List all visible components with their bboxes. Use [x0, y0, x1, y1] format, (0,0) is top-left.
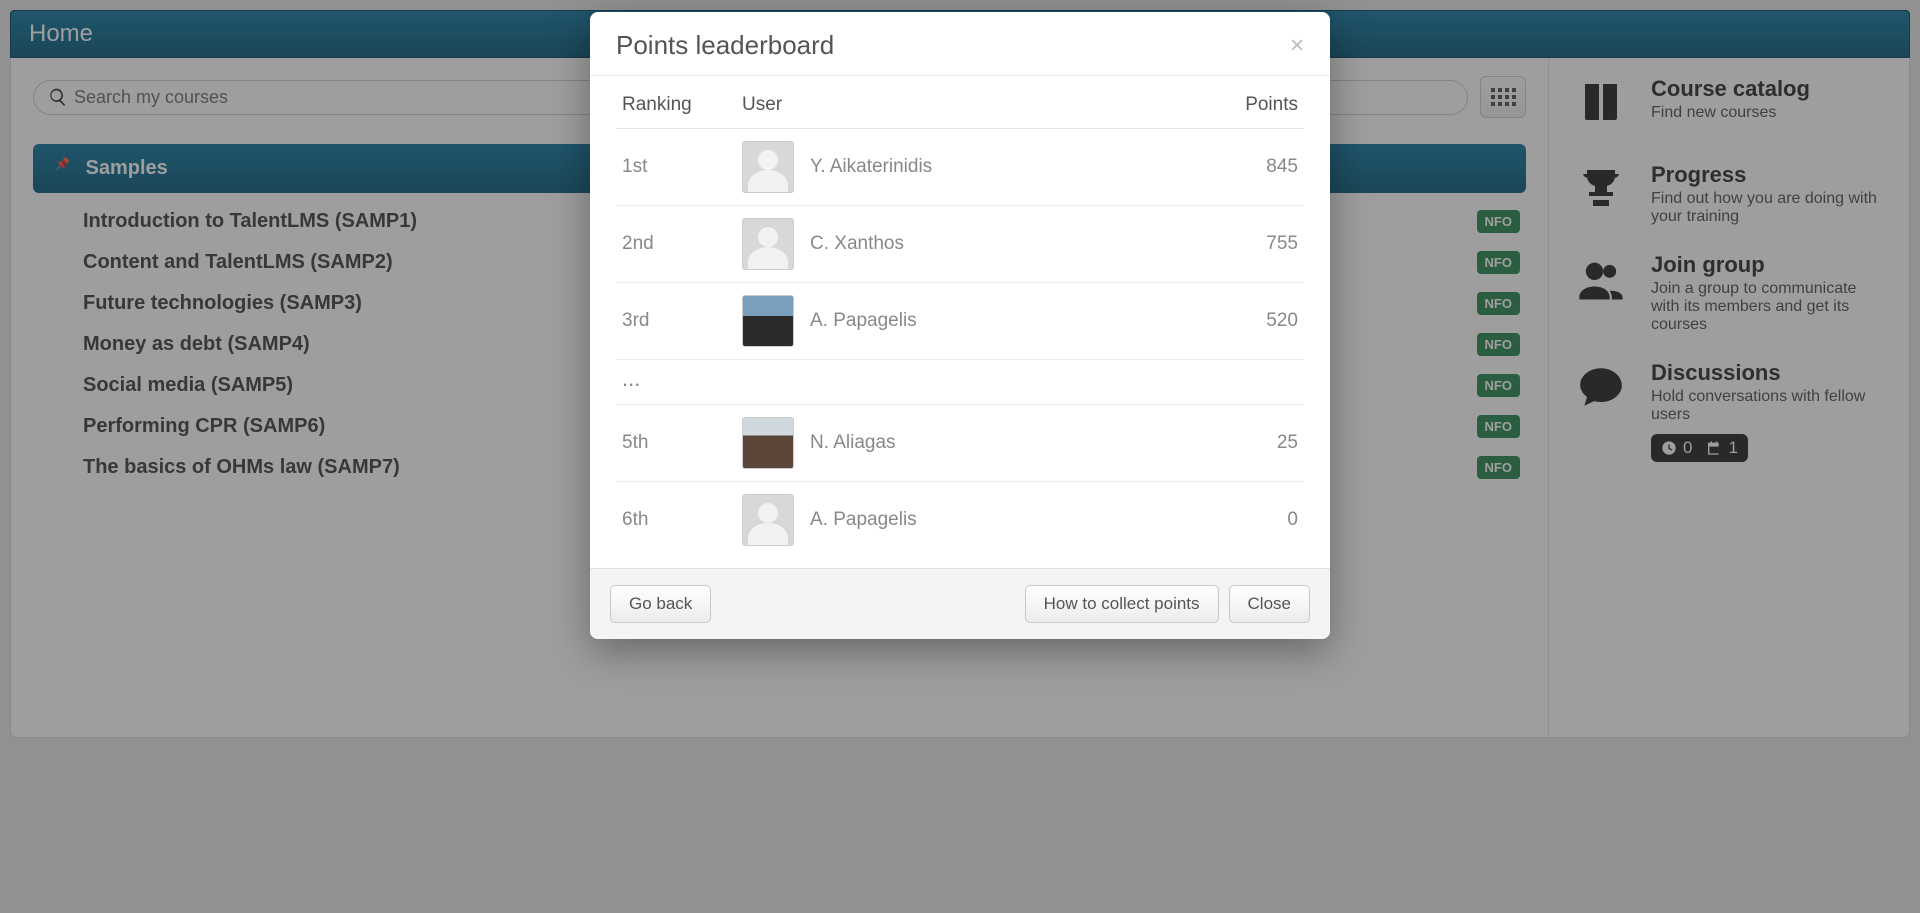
- modal-body: Ranking User Points 1st Y. Aikaterinidis…: [590, 76, 1330, 568]
- points-cell: 0: [1184, 482, 1304, 559]
- modal-footer: Go back How to collect points Close: [590, 568, 1330, 639]
- avatar: [742, 218, 794, 270]
- points-cell: 520: [1184, 283, 1304, 360]
- close-icon[interactable]: ×: [1290, 34, 1304, 58]
- table-row: 1st Y. Aikaterinidis 845: [616, 129, 1304, 206]
- leaderboard-modal: Points leaderboard × Ranking User Points…: [590, 12, 1330, 639]
- user-name: A. Papagelis: [810, 509, 917, 531]
- close-button[interactable]: Close: [1229, 585, 1310, 623]
- table-row: 6th A. Papagelis 0: [616, 482, 1304, 559]
- rank-cell: 3rd: [616, 283, 736, 360]
- separator-text: ...: [616, 360, 1304, 405]
- how-to-collect-button[interactable]: How to collect points: [1025, 585, 1219, 623]
- rank-cell: 6th: [616, 482, 736, 559]
- table-row: 5th N. Aliagas 25: [616, 405, 1304, 482]
- table-row: 2nd C. Xanthos 755: [616, 206, 1304, 283]
- modal-header: Points leaderboard ×: [590, 12, 1330, 76]
- col-user: User: [736, 82, 1184, 129]
- col-ranking: Ranking: [616, 82, 736, 129]
- points-cell: 25: [1184, 405, 1304, 482]
- user-name: Y. Aikaterinidis: [810, 156, 932, 178]
- user-name: C. Xanthos: [810, 233, 904, 255]
- user-name: A. Papagelis: [810, 310, 917, 332]
- go-back-button[interactable]: Go back: [610, 585, 711, 623]
- rank-cell: 1st: [616, 129, 736, 206]
- modal-title: Points leaderboard: [616, 30, 834, 61]
- rank-cell: 2nd: [616, 206, 736, 283]
- points-cell: 845: [1184, 129, 1304, 206]
- col-points: Points: [1184, 82, 1304, 129]
- points-cell: 755: [1184, 206, 1304, 283]
- user-name: N. Aliagas: [810, 432, 896, 454]
- avatar: [742, 141, 794, 193]
- avatar: [742, 295, 794, 347]
- table-row: 3rd A. Papagelis 520: [616, 283, 1304, 360]
- rank-cell: 5th: [616, 405, 736, 482]
- separator-row: ...: [616, 360, 1304, 405]
- leaderboard-table: Ranking User Points 1st Y. Aikaterinidis…: [616, 82, 1304, 558]
- avatar: [742, 494, 794, 546]
- avatar: [742, 417, 794, 469]
